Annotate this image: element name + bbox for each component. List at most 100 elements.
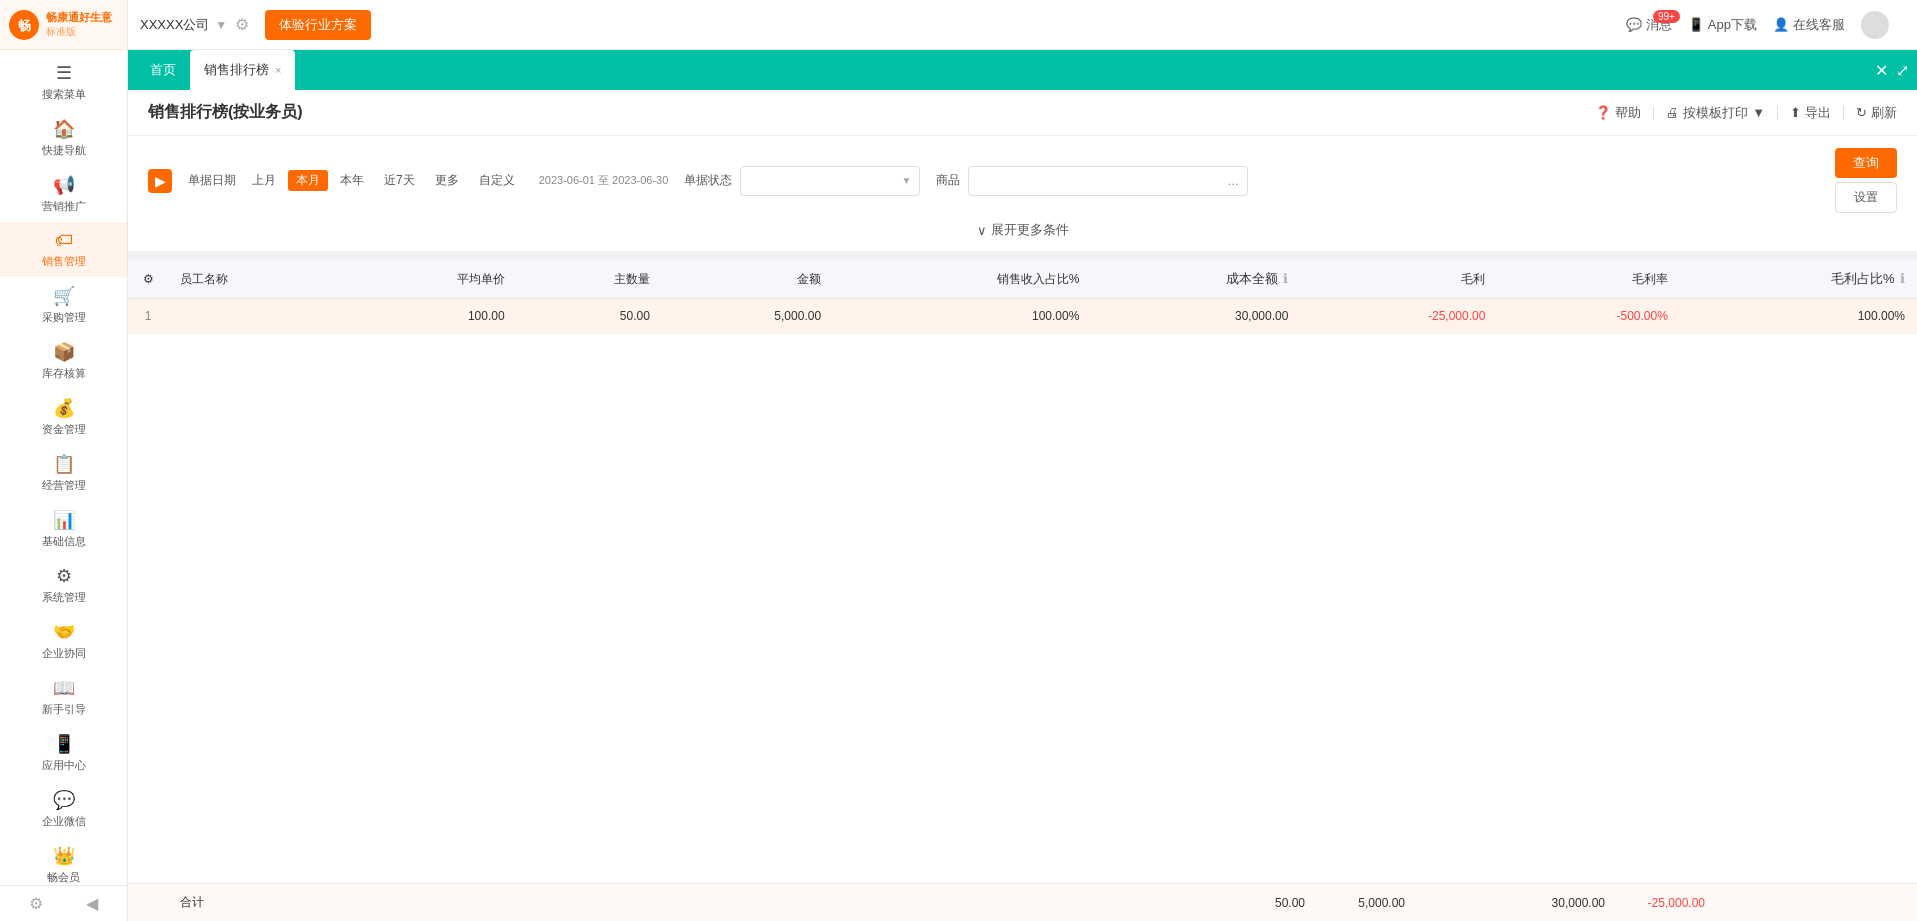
member-icon: 👑 (53, 845, 75, 867)
page-header-actions: ❓ 帮助 🖨 按模板打印 ▼ ⬆ 导出 ↻ 刷新 (1595, 104, 1897, 134)
date-range-display: 2023-06-01 至 2023-06-30 (539, 173, 669, 188)
footer-gross: -25,000.00 (1605, 896, 1705, 910)
sidebar-item-collab[interactable]: 🤝 企业协同 (0, 613, 127, 669)
sidebar-label-system: 系统管理 (42, 590, 86, 605)
refresh-button[interactable]: ↻ 刷新 (1856, 104, 1897, 122)
status-label: 单据状态 (684, 172, 732, 189)
sidebar-label-member: 畅会员 (47, 870, 80, 885)
app-download-button[interactable]: 📱 App下载 (1688, 16, 1757, 34)
topbar: XXXXX公司 ▼ ⚙ 体验行业方案 💬 消息 99+ 📱 App下载 👤 在线… (128, 0, 1917, 50)
sidebar-label-guide: 新手引导 (42, 702, 86, 717)
filter-date-group: 单据日期 上月 本月 本年 近7天 更多 自定义 (188, 170, 523, 191)
divider-2 (1777, 106, 1778, 120)
help-button[interactable]: ❓ 帮助 (1595, 104, 1641, 122)
topbar-right: 💬 消息 99+ 📱 App下载 👤 在线客服 (1626, 11, 1905, 39)
date-opt-prev-month[interactable]: 上月 (244, 170, 284, 191)
search-menu-icon: ☰ (56, 62, 72, 84)
filter-toggle-button[interactable]: ▶ (148, 169, 172, 193)
service-button[interactable]: 👤 在线客服 (1773, 16, 1845, 34)
sidebar-item-inventory[interactable]: 📦 库存核算 (0, 333, 127, 389)
export-icon: ⬆ (1790, 105, 1801, 120)
query-button[interactable]: 查询 (1835, 148, 1897, 178)
app-label: App下载 (1708, 16, 1757, 34)
topbar-settings-button[interactable]: ⚙ (235, 15, 249, 34)
col-avg-price: 平均单价 (342, 260, 516, 299)
cell-cost: 30,000.00 (1091, 299, 1300, 334)
date-opt-this-month[interactable]: 本月 (288, 170, 328, 191)
status-select[interactable]: ▼ (740, 166, 920, 196)
goods-select[interactable]: … (968, 166, 1248, 196)
col-gross: 毛利 (1300, 260, 1497, 299)
date-opt-this-year[interactable]: 本年 (332, 170, 372, 191)
logo-sub: 标准版 (46, 25, 112, 39)
tab-sales-rank-label: 销售排行榜 (204, 61, 269, 79)
content-area: 销售排行榜(按业务员) ❓ 帮助 🖨 按模板打印 ▼ ⬆ 导出 (128, 90, 1917, 921)
date-opt-more[interactable]: 更多 (427, 170, 467, 191)
sidebar-item-purchase[interactable]: 🛒 采购管理 (0, 277, 127, 333)
cell-gross-pct: 100.00% (1680, 299, 1917, 334)
sidebar-settings-button[interactable]: ⚙ (29, 894, 43, 913)
sidebar-label-sales: 销售管理 (42, 254, 86, 269)
print-button[interactable]: 🖨 按模板打印 ▼ (1666, 104, 1765, 122)
trial-button[interactable]: 体验行业方案 (265, 10, 371, 40)
footer-main-qty: 50.00 (1225, 896, 1305, 910)
tab-home[interactable]: 首页 (136, 50, 190, 90)
date-opt-7days[interactable]: 近7天 (376, 170, 423, 191)
cell-name (168, 299, 342, 334)
sidebar-item-sales[interactable]: 🏷 销售管理 (0, 222, 127, 277)
sidebar-label-finance: 资金管理 (42, 422, 86, 437)
refresh-icon: ↻ (1856, 105, 1867, 120)
sidebar-item-system[interactable]: ⚙ 系统管理 (0, 557, 127, 613)
sidebar-item-nav[interactable]: 🏠 快捷导航 (0, 110, 127, 166)
print-icon: 🖨 (1666, 105, 1679, 120)
management-icon: 📋 (53, 453, 75, 475)
cell-sales-pct: 100.00% (833, 299, 1091, 334)
service-label: 在线客服 (1793, 16, 1845, 34)
divider-1 (1653, 106, 1654, 120)
company-selector[interactable]: XXXXX公司 ▼ (140, 16, 227, 34)
cell-main-qty: 50.00 (517, 299, 662, 334)
sidebar-item-guide[interactable]: 📖 新手引导 (0, 669, 127, 725)
divider-3 (1843, 106, 1844, 120)
sidebar-item-wechat[interactable]: 💬 企业微信 (0, 781, 127, 837)
tab-maximize-icon[interactable]: ⤢ (1896, 61, 1909, 80)
date-opt-custom[interactable]: 自定义 (471, 170, 523, 191)
table-container: ⚙ 员工名称 平均单价 主数量 金额 销售收入占比% 成本全额 ℹ 毛利 毛利率 (128, 260, 1917, 883)
col-settings: ⚙ (128, 260, 168, 299)
table-header-row: ⚙ 员工名称 平均单价 主数量 金额 销售收入占比% 成本全额 ℹ 毛利 毛利率 (128, 260, 1917, 299)
sidebar-collapse-button[interactable]: ◀ (86, 894, 98, 913)
sidebar-item-basic[interactable]: 📊 基础信息 (0, 501, 127, 557)
avatar[interactable] (1861, 11, 1889, 39)
filter-goods-group: 商品 … (936, 166, 1248, 196)
sidebar-footer: ⚙ ◀ (0, 885, 127, 921)
status-dropdown-icon: ▼ (901, 175, 911, 186)
col-main-qty: 主数量 (517, 260, 662, 299)
sidebar-item-finance[interactable]: 💰 资金管理 (0, 389, 127, 445)
tab-close-icon[interactable]: × (275, 64, 281, 76)
sidebar-item-marketing[interactable]: 📢 营销推广 (0, 166, 127, 222)
cell-gross: -25,000.00 (1300, 299, 1497, 334)
filter-more-icon[interactable]: … (1227, 174, 1239, 188)
sales-rank-table: ⚙ 员工名称 平均单价 主数量 金额 销售收入占比% 成本全额 ℹ 毛利 毛利率 (128, 260, 1917, 334)
print-label: 按模板打印 (1683, 104, 1748, 122)
message-button[interactable]: 💬 消息 99+ (1626, 16, 1672, 34)
wechat-icon: 💬 (53, 789, 75, 811)
tab-sales-rank[interactable]: 销售排行榜 × (190, 50, 295, 90)
sidebar-item-search[interactable]: ☰ 搜索菜单 (0, 54, 127, 110)
guide-icon: 📖 (53, 677, 75, 699)
marketing-icon: 📢 (53, 174, 75, 196)
filter-expand-button[interactable]: ∨ 展开更多条件 (148, 221, 1897, 239)
filter-setting-button[interactable]: 设置 (1835, 182, 1897, 213)
tab-close-window-icon[interactable]: ✕ (1875, 61, 1888, 80)
footer-label: 合计 (180, 894, 260, 911)
logo-icon: 畅 (8, 9, 40, 41)
message-badge: 99+ (1653, 10, 1680, 23)
sidebar-item-apps[interactable]: 📱 应用中心 (0, 725, 127, 781)
system-icon: ⚙ (56, 565, 72, 587)
sidebar-item-management[interactable]: 📋 经营管理 (0, 445, 127, 501)
sidebar-item-member[interactable]: 👑 畅会员 (0, 837, 127, 885)
refresh-label: 刷新 (1871, 104, 1897, 122)
sidebar-label-basic: 基础信息 (42, 534, 86, 549)
sidebar-label-marketing: 营销推广 (42, 199, 86, 214)
export-button[interactable]: ⬆ 导出 (1790, 104, 1831, 122)
